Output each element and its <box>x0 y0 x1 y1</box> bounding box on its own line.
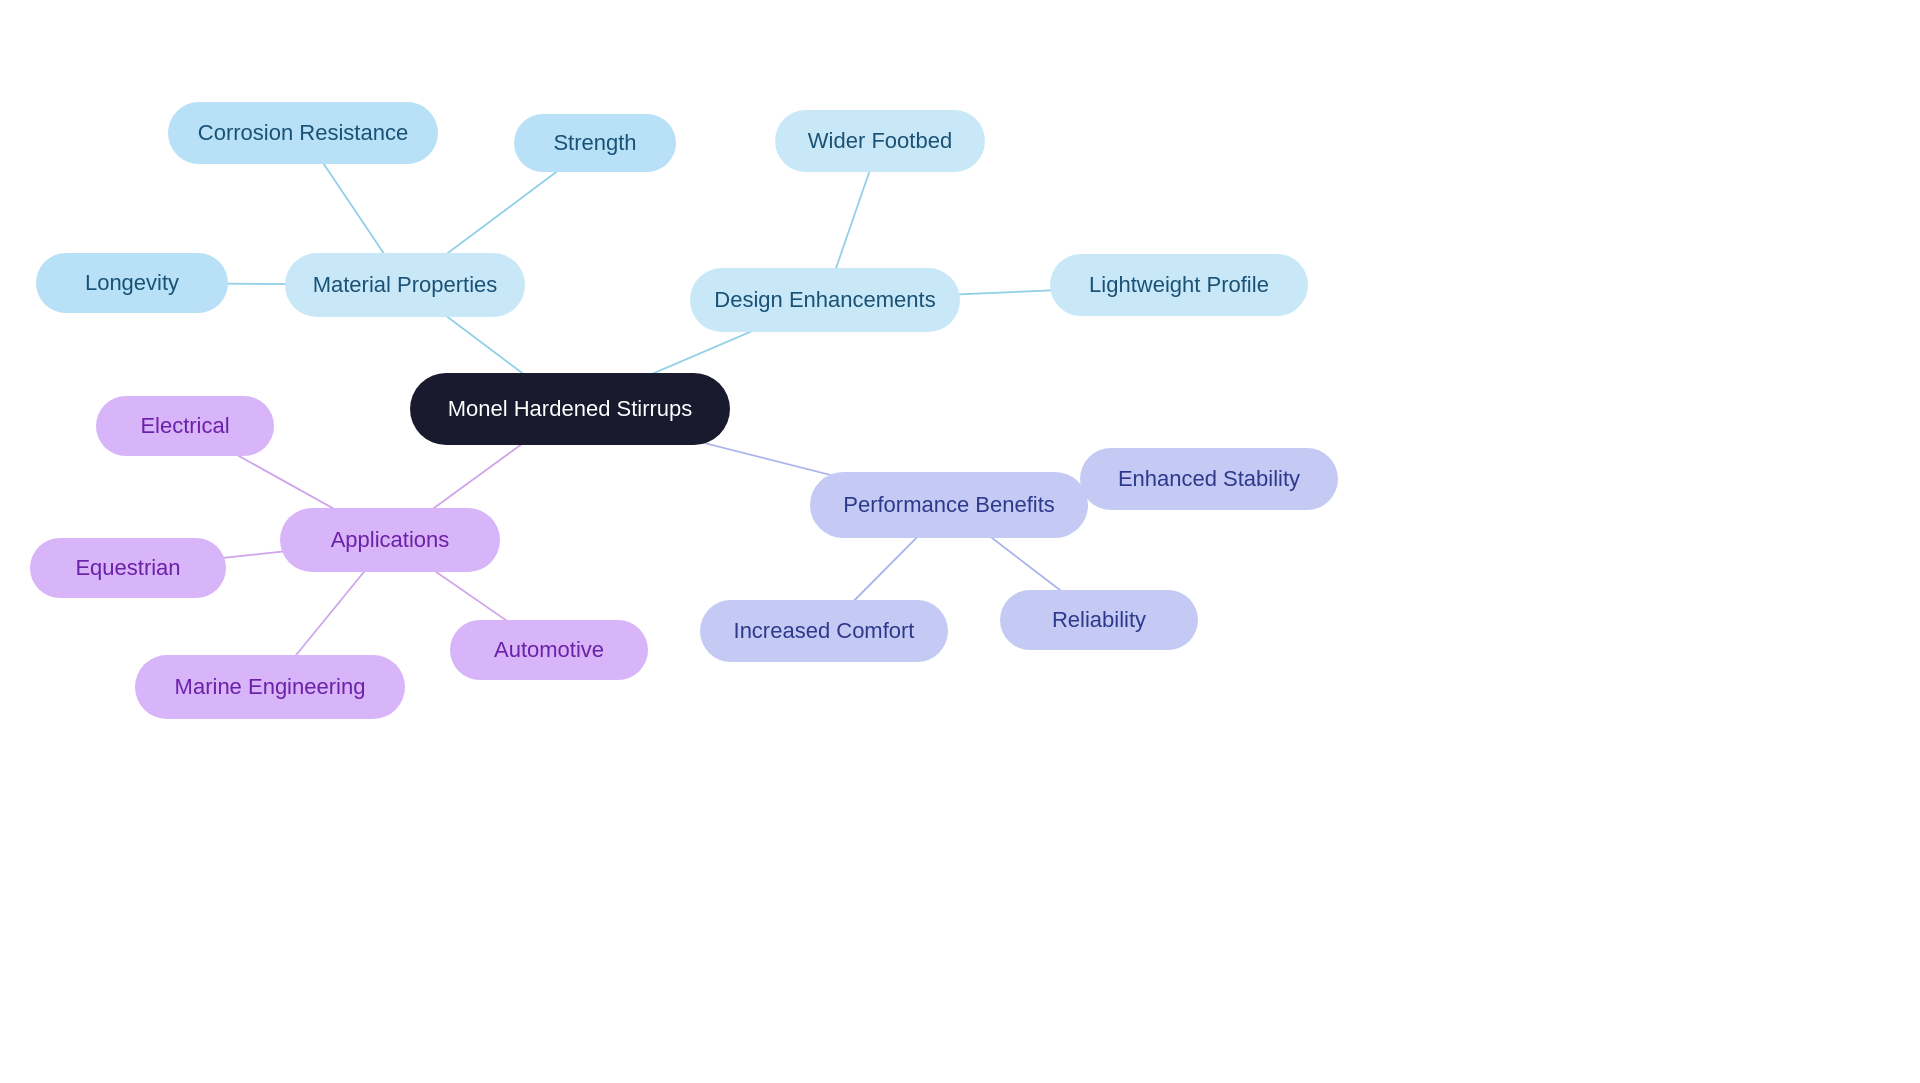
lightweight-profile-label: Lightweight Profile <box>1069 272 1289 298</box>
equestrian-label: Equestrian <box>55 555 200 581</box>
applications-label: Applications <box>311 527 470 553</box>
design-enhancements-node: Design Enhancements <box>690 268 960 332</box>
reliability-label: Reliability <box>1032 607 1166 633</box>
material-properties-node: Material Properties <box>285 253 525 317</box>
increased-comfort-node: Increased Comfort <box>700 600 948 662</box>
strength-node: Strength <box>514 114 676 172</box>
electrical-label: Electrical <box>120 413 249 439</box>
electrical-node: Electrical <box>96 396 274 456</box>
wider-footbed-label: Wider Footbed <box>788 128 972 154</box>
enhanced-stability-label: Enhanced Stability <box>1098 466 1320 492</box>
design-enhancements-label: Design Enhancements <box>694 287 955 313</box>
corrosion-resistance-node: Corrosion Resistance <box>168 102 438 164</box>
wider-footbed-node: Wider Footbed <box>775 110 985 172</box>
increased-comfort-label: Increased Comfort <box>714 618 935 644</box>
automotive-label: Automotive <box>474 637 624 663</box>
material-properties-label: Material Properties <box>293 272 518 298</box>
equestrian-node: Equestrian <box>30 538 226 598</box>
corrosion-resistance-label: Corrosion Resistance <box>178 120 428 146</box>
center-node-label: Monel Hardened Stirrups <box>428 396 713 422</box>
performance-benefits-node: Performance Benefits <box>810 472 1088 538</box>
longevity-node: Longevity <box>36 253 228 313</box>
longevity-label: Longevity <box>65 270 199 296</box>
automotive-node: Automotive <box>450 620 648 680</box>
enhanced-stability-node: Enhanced Stability <box>1080 448 1338 510</box>
reliability-node: Reliability <box>1000 590 1198 650</box>
applications-node: Applications <box>280 508 500 572</box>
strength-label: Strength <box>533 130 656 156</box>
lightweight-profile-node: Lightweight Profile <box>1050 254 1308 316</box>
marine-engineering-label: Marine Engineering <box>155 674 386 700</box>
center-node: Monel Hardened Stirrups <box>410 373 730 445</box>
marine-engineering-node: Marine Engineering <box>135 655 405 719</box>
performance-benefits-label: Performance Benefits <box>823 492 1075 518</box>
